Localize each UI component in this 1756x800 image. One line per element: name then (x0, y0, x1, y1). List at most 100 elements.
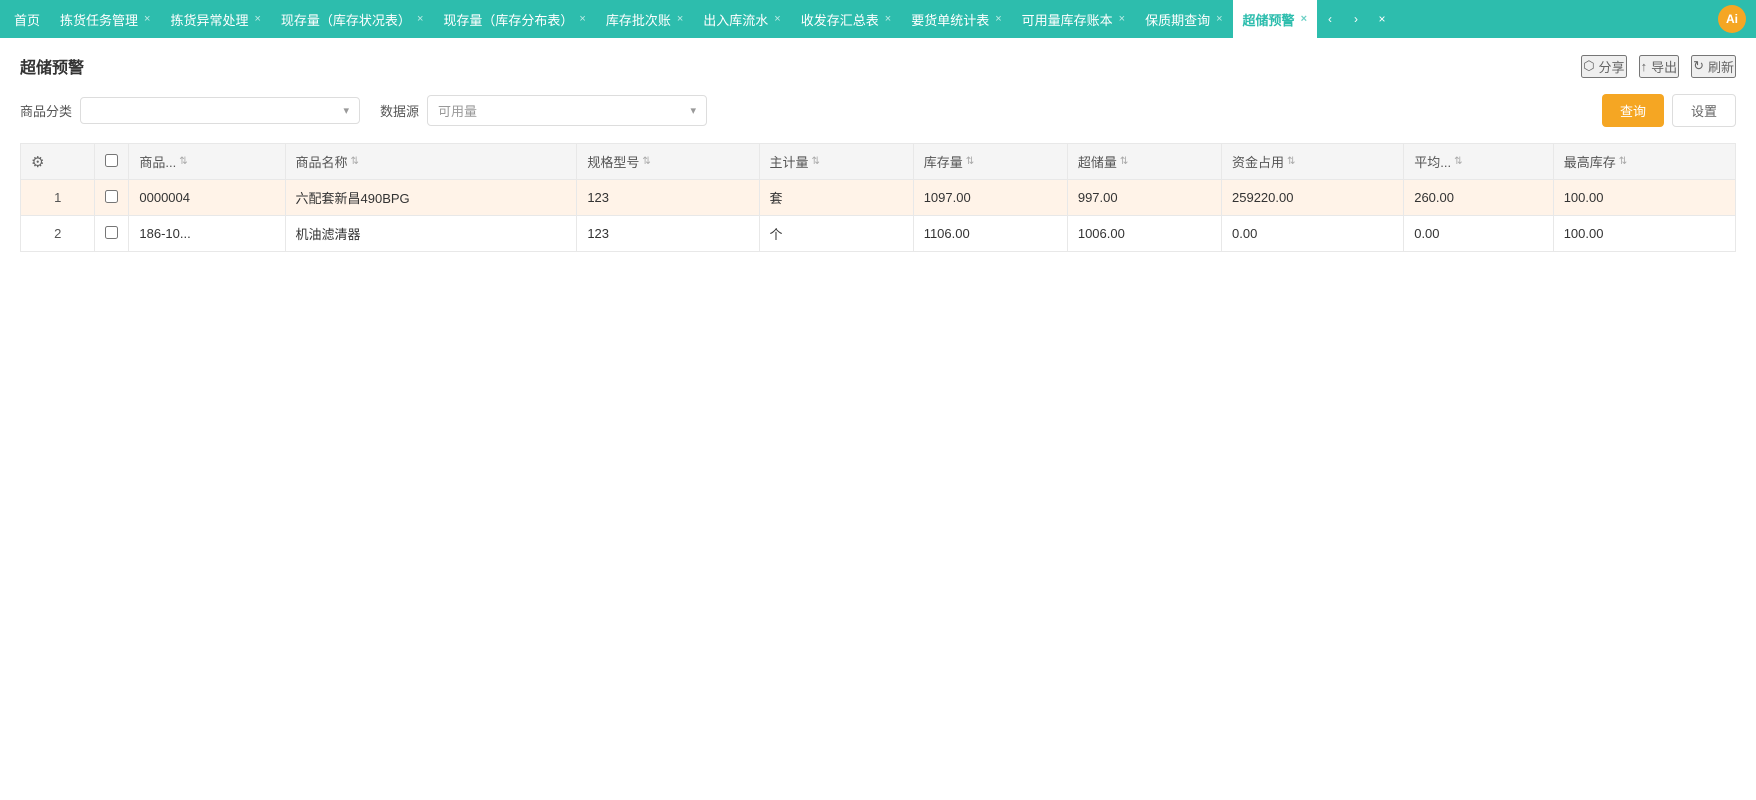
sort-capital[interactable]: 资金占用 ⇅ (1232, 152, 1295, 171)
nav-item-stock-dist[interactable]: 现存量（库存分布表） × (433, 0, 595, 38)
sort-icon-avg: ⇅ (1454, 156, 1462, 167)
avatar[interactable]: Ai (1718, 5, 1746, 33)
query-button[interactable]: 查询 (1602, 94, 1664, 127)
sort-avg[interactable]: 平均... ⇅ (1414, 152, 1462, 171)
category-filter-item: 商品分类 ▾ (20, 97, 360, 124)
col-unit-header: 主计量 ⇅ (759, 144, 913, 180)
share-button[interactable]: ⬡ 分享 (1581, 55, 1626, 78)
row-max-stock-0: 100.00 (1553, 180, 1735, 216)
col-capital-header: 资金占用 ⇅ (1222, 144, 1404, 180)
nav-item-stock-batch[interactable]: 库存批次账 × (596, 0, 693, 38)
row-product-name-0: 六配套新昌490BPG (285, 180, 577, 216)
nav-arrow-left[interactable]: ‹ (1317, 0, 1343, 38)
table-row: 1 0000004 六配套新昌490BPG 123 套 1097.00 997.… (21, 180, 1736, 216)
row-overstock-1: 1006.00 (1067, 216, 1221, 252)
row-capital-0: 259220.00 (1222, 180, 1404, 216)
top-navigation: 首页 拣货任务管理 × 拣货异常处理 × 现存量（库存状况表） × 现存量（库存… (0, 0, 1756, 38)
refresh-button[interactable]: ↻ 刷新 (1691, 55, 1736, 78)
sort-icon-max-stock: ⇅ (1619, 156, 1627, 167)
row-max-stock-1: 100.00 (1553, 216, 1735, 252)
category-chevron-down-icon: ▾ (343, 104, 349, 117)
sort-product-name[interactable]: 商品名称 ⇅ (296, 152, 359, 171)
close-stock-dist-icon[interactable]: × (579, 13, 585, 25)
nav-item-in-out-flow[interactable]: 出入库流水 × (693, 0, 790, 38)
close-stock-status-icon[interactable]: × (417, 13, 423, 25)
close-available-stock-icon[interactable]: × (1119, 13, 1125, 25)
datasource-select-value: 可用量 (438, 101, 477, 120)
nav-item-order-stat[interactable]: 要货单统计表 × (901, 0, 1011, 38)
sort-product-code[interactable]: 商品... ⇅ (139, 152, 187, 171)
datasource-select[interactable]: 可用量 ▾ (427, 95, 707, 126)
row-checkbox-0[interactable] (105, 190, 118, 203)
table-header-row: ⚙ 商品... ⇅ 商品名称 ⇅ (21, 144, 1736, 180)
nav-item-pkl-task[interactable]: 拣货任务管理 × (50, 0, 160, 38)
sort-icon-spec: ⇅ (642, 156, 650, 167)
refresh-icon: ↻ (1693, 58, 1704, 74)
row-checkbox-1[interactable] (105, 226, 118, 239)
settings-icon[interactable]: ⚙ (31, 154, 44, 171)
data-table: ⚙ 商品... ⇅ 商品名称 ⇅ (20, 143, 1736, 252)
set-button[interactable]: 设置 (1672, 94, 1736, 127)
sort-icon-product-name: ⇅ (351, 156, 359, 167)
row-avg-0: 260.00 (1404, 180, 1553, 216)
row-spec-1: 123 (577, 216, 759, 252)
col-max-stock-header: 最高库存 ⇅ (1553, 144, 1735, 180)
sort-max-stock[interactable]: 最高库存 ⇅ (1564, 152, 1627, 171)
close-order-stat-icon[interactable]: × (995, 13, 1001, 25)
nav-arrow-close[interactable]: × (1369, 0, 1395, 38)
nav-item-stock-status[interactable]: 现存量（库存状况表） × (271, 0, 433, 38)
col-stock-header: 库存量 ⇅ (913, 144, 1067, 180)
col-avg-header: 平均... ⇅ (1404, 144, 1553, 180)
close-pkl-exception-icon[interactable]: × (254, 13, 260, 25)
col-overstock-header: 超储量 ⇅ (1067, 144, 1221, 180)
row-check-1[interactable] (95, 216, 129, 252)
nav-item-available-stock[interactable]: 可用量库存账本 × (1012, 0, 1135, 38)
row-num-0: 1 (21, 180, 95, 216)
row-stock-1: 1106.00 (913, 216, 1067, 252)
export-button[interactable]: ↑ 导出 (1639, 55, 1680, 78)
close-expiry-icon[interactable]: × (1216, 13, 1222, 25)
nav-arrow-right[interactable]: › (1343, 0, 1369, 38)
sort-stock[interactable]: 库存量 ⇅ (924, 152, 974, 171)
page-header: 超储预警 ⬡ 分享 ↑ 导出 ↻ 刷新 (20, 54, 1736, 78)
nav-item-home[interactable]: 首页 (4, 0, 50, 38)
row-check-0[interactable] (95, 180, 129, 216)
row-product-code-1: 186-10... (129, 216, 285, 252)
sort-unit[interactable]: 主计量 ⇅ (770, 152, 820, 171)
col-settings-header: ⚙ (21, 144, 95, 180)
nav-item-overstock-warning[interactable]: 超储预警 × (1233, 0, 1317, 38)
nav-item-pkl-exception[interactable]: 拣货异常处理 × (160, 0, 270, 38)
export-icon: ↑ (1641, 59, 1648, 74)
close-overstock-warning-icon[interactable]: × (1301, 13, 1307, 25)
sort-icon-stock: ⇅ (966, 156, 974, 167)
col-product-code-header: 商品... ⇅ (129, 144, 285, 180)
nav-item-recv-send[interactable]: 收发存汇总表 × (791, 0, 901, 38)
close-stock-batch-icon[interactable]: × (677, 13, 683, 25)
sort-icon-product-code: ⇅ (179, 156, 187, 167)
table-row: 2 186-10... 机油滤清器 123 个 1106.00 1006.00 … (21, 216, 1736, 252)
row-overstock-0: 997.00 (1067, 180, 1221, 216)
select-all-checkbox[interactable] (105, 154, 118, 167)
sort-overstock[interactable]: 超储量 ⇅ (1078, 152, 1128, 171)
main-content: 超储预警 ⬡ 分享 ↑ 导出 ↻ 刷新 商品分类 ▾ 数据源 (0, 38, 1756, 800)
close-in-out-flow-icon[interactable]: × (774, 13, 780, 25)
row-unit-1: 个 (759, 216, 913, 252)
row-product-code-0: 0000004 (129, 180, 285, 216)
row-unit-0: 套 (759, 180, 913, 216)
row-spec-0: 123 (577, 180, 759, 216)
page-title: 超储预警 (20, 54, 84, 78)
category-select[interactable]: ▾ (80, 97, 360, 124)
nav-item-expiry[interactable]: 保质期查询 × (1135, 0, 1232, 38)
category-filter-label: 商品分类 (20, 101, 72, 120)
sort-spec[interactable]: 规格型号 ⇅ (587, 152, 650, 171)
share-icon: ⬡ (1583, 58, 1594, 74)
sort-icon-unit: ⇅ (812, 156, 820, 167)
col-spec-header: 规格型号 ⇅ (577, 144, 759, 180)
datasource-filter-item: 数据源 可用量 ▾ (380, 95, 707, 126)
filter-actions: 查询 设置 (1602, 94, 1736, 127)
close-pkl-task-icon[interactable]: × (144, 13, 150, 25)
filter-bar: 商品分类 ▾ 数据源 可用量 ▾ 查询 设置 (20, 94, 1736, 127)
datasource-chevron-down-icon: ▾ (691, 104, 697, 117)
close-recv-send-icon[interactable]: × (885, 13, 891, 25)
col-check-header (95, 144, 129, 180)
